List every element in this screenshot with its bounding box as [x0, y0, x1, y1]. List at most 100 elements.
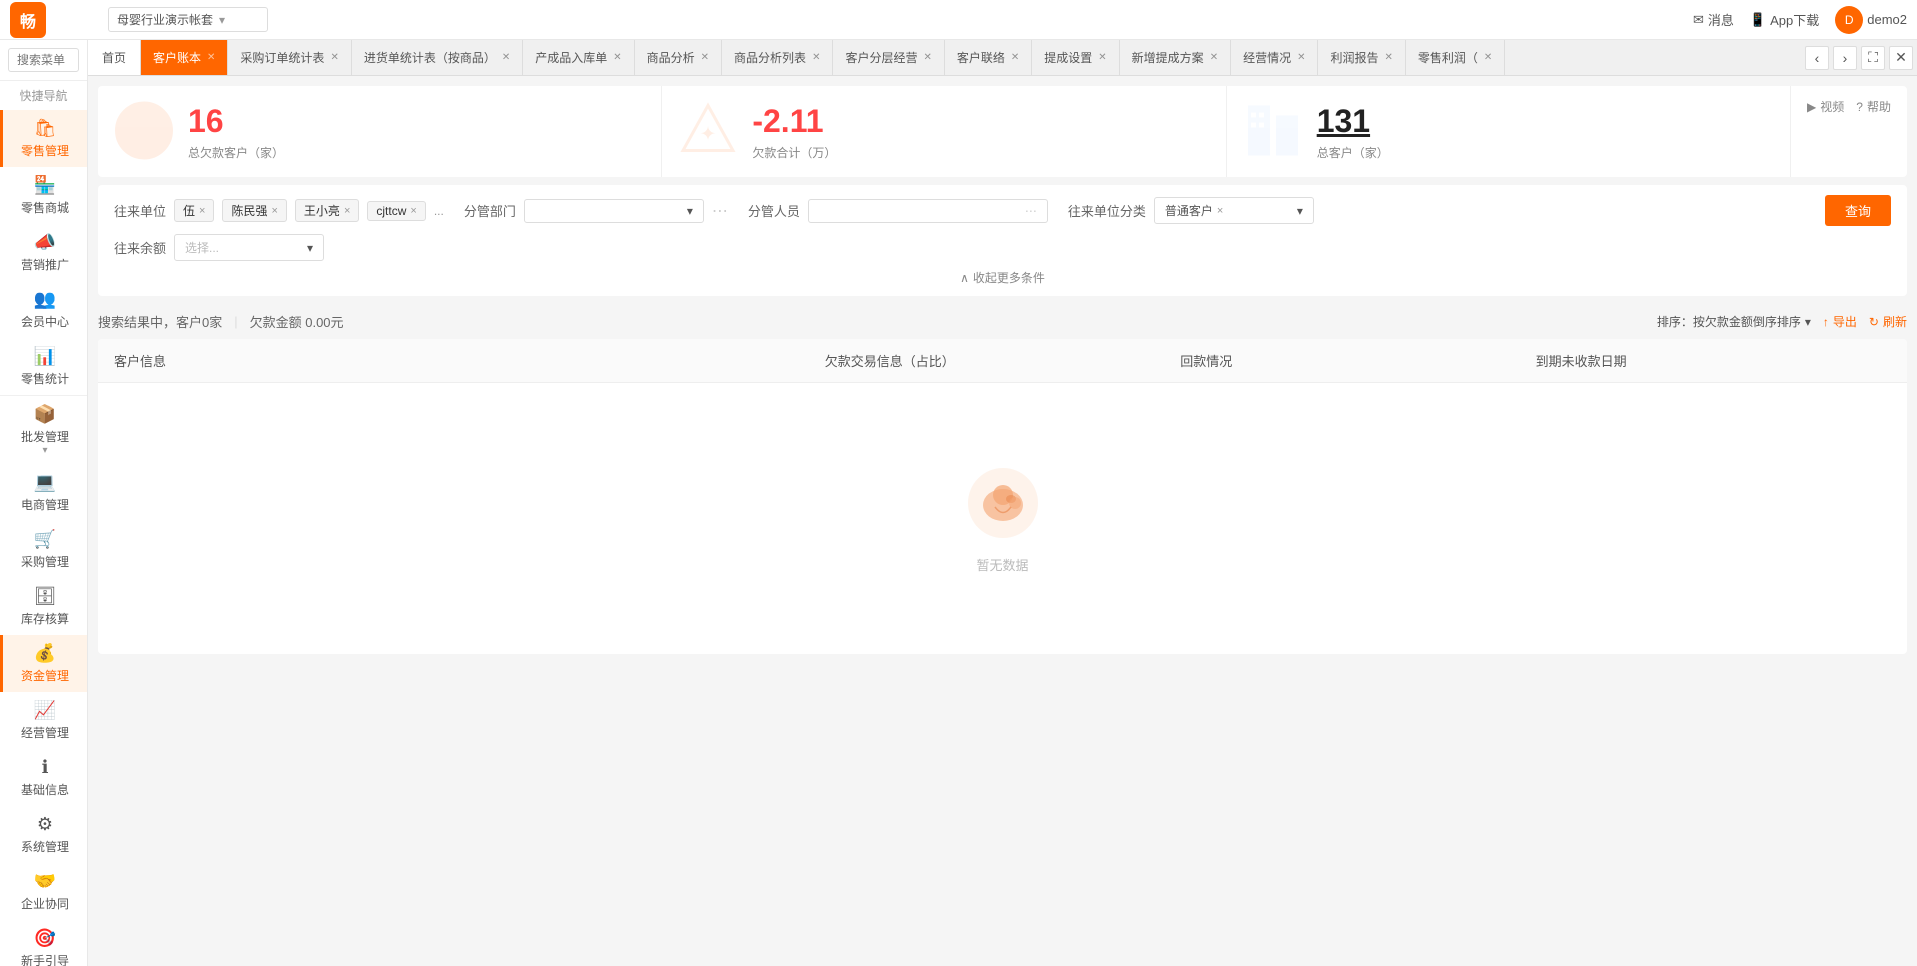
- nav-next-button[interactable]: ›: [1833, 46, 1857, 70]
- sidebar-item-newbie[interactable]: 🎯 新手引导: [0, 920, 87, 966]
- filter-more-tags[interactable]: ...: [434, 204, 444, 218]
- tab-goods-analysis-list[interactable]: 商品分析列表 ✕: [722, 40, 833, 75]
- close-icon[interactable]: ✕: [1484, 52, 1492, 63]
- wholesale-icon: 📦: [34, 404, 56, 425]
- sidebar-item-finance[interactable]: 💰 资金管理: [0, 635, 87, 692]
- stat-owe-customers-label: 总欠款客户（家）: [188, 144, 641, 161]
- sidebar-item-enterprise[interactable]: 🤝 企业协同: [0, 863, 87, 920]
- stat-total-customers-label: 总客户（家）: [1317, 144, 1770, 161]
- close-icon[interactable]: ✕: [613, 52, 621, 63]
- nav-close-all-button[interactable]: ✕: [1889, 46, 1913, 70]
- tab-prompt-settings[interactable]: 提成设置 ✕: [1032, 40, 1119, 75]
- sidebar-item-retail-mall[interactable]: 🏪 零售商城: [0, 167, 87, 224]
- unit-category-select[interactable]: 普通客户 × ▾: [1154, 197, 1314, 224]
- stat-owe-amount: ✦ -2.11 欠款合计（万）: [662, 86, 1226, 177]
- export-button[interactable]: ↑ 导出: [1823, 313, 1857, 330]
- tab-product-in[interactable]: 产成品入库单 ✕: [523, 40, 634, 75]
- help-icon: ?: [1856, 100, 1863, 114]
- finance-icon: 💰: [34, 643, 56, 664]
- tab-goods-analysis[interactable]: 商品分析 ✕: [635, 40, 722, 75]
- tab-new-promo[interactable]: 新增提成方案 ✕: [1120, 40, 1231, 75]
- sidebar-nav-label[interactable]: 快捷导航: [0, 81, 87, 110]
- remove-wang-button[interactable]: ×: [344, 205, 350, 217]
- phone-icon: 📱: [1750, 12, 1766, 28]
- user-menu-button[interactable]: D demo2: [1835, 6, 1907, 34]
- tab-customer-tier[interactable]: 客户分层经营 ✕: [833, 40, 944, 75]
- close-icon[interactable]: ✕: [207, 52, 215, 63]
- refresh-button[interactable]: ↻ 刷新: [1869, 313, 1907, 330]
- sidebar-item-retail-stats[interactable]: 📊 零售统计: [0, 338, 87, 395]
- refresh-icon: ↻: [1869, 315, 1879, 329]
- tab-customer-contact[interactable]: 客户联络 ✕: [945, 40, 1032, 75]
- message-icon: ✉: [1693, 12, 1704, 28]
- sidebar-item-marketing[interactable]: 📣 营销推广: [0, 224, 87, 281]
- tab-purchase-stats[interactable]: 进货单统计表（按商品） ✕: [352, 40, 523, 75]
- person-select[interactable]: ⋯: [808, 199, 1048, 223]
- dept-select[interactable]: ▾: [524, 199, 704, 223]
- close-icon[interactable]: ✕: [701, 52, 709, 63]
- remove-chen-button[interactable]: ×: [271, 205, 277, 217]
- sidebar-item-label: 批发管理: [21, 428, 69, 445]
- close-icon[interactable]: ✕: [923, 52, 931, 63]
- query-button[interactable]: 查询: [1825, 195, 1891, 226]
- svg-text:¥: ¥: [136, 117, 151, 144]
- dept-more-icon[interactable]: ⋯: [712, 201, 728, 221]
- logo-icon: 畅: [10, 2, 46, 38]
- video-icon: ▶: [1807, 100, 1816, 114]
- help-link[interactable]: ? 帮助: [1856, 98, 1891, 115]
- col-customer-info: 客户信息: [114, 351, 825, 370]
- tab-profit-report[interactable]: 利润报告 ✕: [1318, 40, 1405, 75]
- close-icon[interactable]: ✕: [330, 52, 338, 63]
- sidebar-item-ecommerce[interactable]: 💻 电商管理: [0, 464, 87, 521]
- sidebar-item-label: 零售管理: [21, 142, 69, 159]
- nav-tabs-bar: 首页 客户账本 ✕ 采购订单统计表 ✕ 进货单统计表（按商品） ✕ 产成品入库单…: [88, 40, 1917, 76]
- tab-accounts[interactable]: 客户账本 ✕: [141, 40, 228, 75]
- close-icon[interactable]: ✕: [1011, 52, 1019, 63]
- filter-tag-chen: 陈民强 ×: [222, 199, 286, 222]
- sidebar-item-retail-mgmt[interactable]: 🛍 零售管理: [0, 110, 87, 167]
- tab-home[interactable]: 首页: [88, 40, 141, 75]
- results-bar: 搜索结果中，客户0家 | 欠款金额 0.00元 排序：按欠款金额倒序排序 ▾ ↑…: [98, 304, 1907, 339]
- system-selector[interactable]: 母婴行业演示帐套 ▾: [108, 7, 268, 32]
- close-icon[interactable]: ✕: [812, 52, 820, 63]
- right-actions: 排序：按欠款金额倒序排序 ▾ ↑ 导出 ↻ 刷新: [1657, 313, 1907, 330]
- stat-total-customers-value: 131: [1317, 102, 1770, 140]
- tab-purchase-order[interactable]: 采购订单统计表 ✕: [228, 40, 351, 75]
- sidebar-item-operations[interactable]: 📈 经营管理: [0, 692, 87, 749]
- app-download-button[interactable]: 📱 App下载: [1750, 10, 1819, 29]
- sort-select[interactable]: 排序：按欠款金额倒序排序 ▾: [1657, 313, 1811, 330]
- main-content: ¥ 16 总欠款客户（家） ✦ -2.11 欠款合计（万）: [88, 76, 1917, 966]
- message-button[interactable]: ✉ 消息: [1693, 10, 1734, 29]
- unit-label: 往来单位: [114, 201, 166, 220]
- sidebar-item-sys-mgmt[interactable]: ⚙ 系统管理: [0, 806, 87, 863]
- empty-illustration: [963, 463, 1043, 543]
- sidebar-item-label: 企业协同: [21, 895, 69, 912]
- remove-cjttcw-button[interactable]: ×: [410, 205, 416, 217]
- close-icon[interactable]: ✕: [1297, 52, 1305, 63]
- balance-select[interactable]: 选择... ▾: [174, 234, 324, 261]
- nav-prev-button[interactable]: ‹: [1805, 46, 1829, 70]
- nav-expand-button[interactable]: ⛶: [1861, 46, 1885, 70]
- collapse-button[interactable]: ∧ 收起更多条件: [960, 269, 1045, 286]
- remove-normal-customer-button[interactable]: ×: [1217, 205, 1223, 217]
- tab-retail-profit[interactable]: 零售利润（ ✕: [1406, 40, 1505, 75]
- video-link[interactable]: ▶ 视频: [1807, 98, 1844, 115]
- filter-row-1: 往来单位 伍 × 陈民强 × 王小亮 × cjttcw × ... 分管部门 ▾: [114, 195, 1891, 226]
- table-empty: 暂无数据: [98, 383, 1907, 654]
- sidebar-item-base-info[interactable]: ℹ 基础信息: [0, 749, 87, 806]
- top-header: 畅 母婴行业演示帐套 ▾ ✉ 消息 📱 App下载 D demo2: [0, 0, 1917, 40]
- tab-operation[interactable]: 经营情况 ✕: [1231, 40, 1318, 75]
- top-right: ✉ 消息 📱 App下载 D demo2: [1693, 6, 1907, 34]
- results-divider: |: [234, 314, 237, 329]
- close-icon[interactable]: ✕: [1385, 52, 1393, 63]
- sidebar-item-member[interactable]: 👥 会员中心: [0, 281, 87, 338]
- remove-wu-button[interactable]: ×: [199, 205, 205, 217]
- sidebar-item-purchase[interactable]: 🛒 采购管理: [0, 521, 87, 578]
- close-icon[interactable]: ✕: [1210, 52, 1218, 63]
- sidebar-item-wholesale[interactable]: 📦 批发管理 ▾: [0, 396, 87, 464]
- person-more-icon[interactable]: ⋯: [1025, 204, 1037, 218]
- close-icon[interactable]: ✕: [1098, 52, 1106, 63]
- search-input[interactable]: [8, 48, 79, 72]
- sidebar-item-inventory[interactable]: 🗄 库存核算: [0, 578, 87, 635]
- close-icon[interactable]: ✕: [502, 52, 510, 63]
